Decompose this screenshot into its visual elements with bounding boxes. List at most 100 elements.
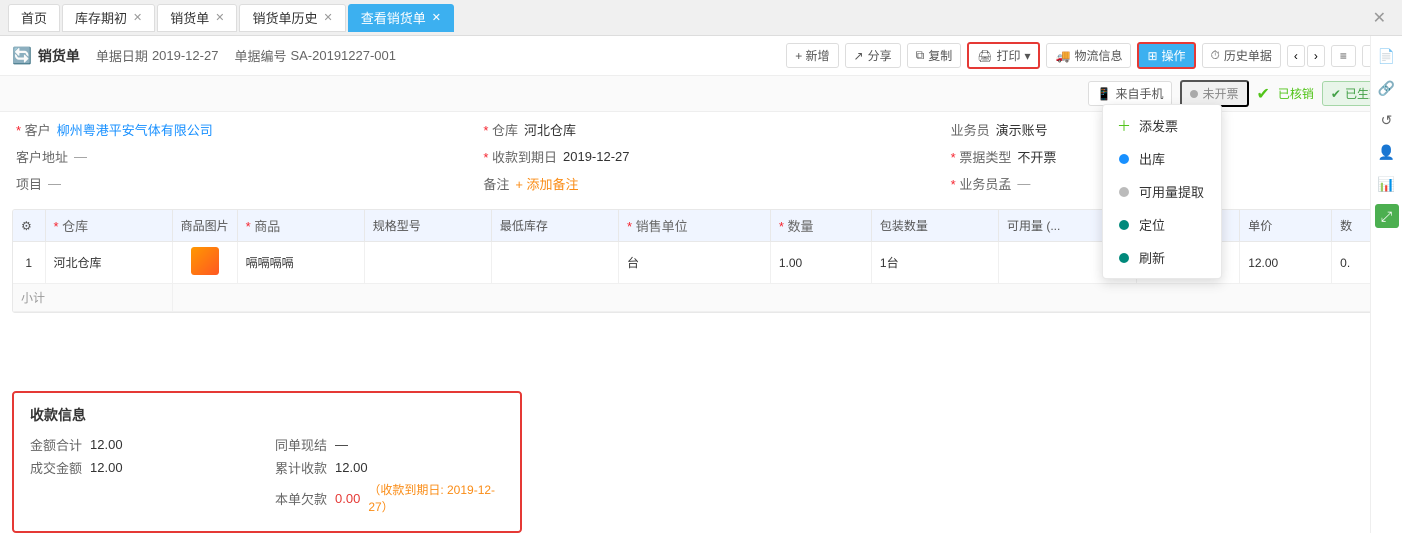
sales-label: 业务员孟	[951, 174, 1012, 193]
available-extract-label: 可用量提取	[1139, 182, 1204, 201]
due-row: 本单欠款 0.00 （收款到期日: 2019-12-27）	[275, 481, 504, 515]
tab-home-label: 首页	[21, 8, 47, 27]
warehouse-field: 仓库 河北仓库	[483, 120, 918, 139]
same-order-row: 同单现结 —	[275, 435, 504, 454]
employee-label: 业务员	[951, 120, 990, 139]
th-product: 商品	[237, 210, 364, 242]
transaction-label: 成交金额	[30, 458, 82, 477]
not-opened-dot	[1190, 90, 1198, 98]
available-extract-icon	[1117, 185, 1131, 199]
history-icon: ⏱	[1211, 48, 1220, 63]
payment-right: 同单现结 — 累计收款 12.00 本单欠款 0.00 （收款到期日: 2019…	[275, 435, 504, 519]
from-mobile-label: 来自手机	[1115, 85, 1163, 102]
th-sales-unit: 销售单位	[618, 210, 770, 242]
cell-image	[172, 242, 237, 284]
history-button[interactable]: ⏱ 历史单据	[1202, 43, 1281, 68]
payment-info-title: 收款信息	[30, 405, 504, 425]
add-note-button[interactable]: + 添加备注	[515, 174, 578, 193]
cell-quantity: 1.00	[770, 242, 871, 284]
logistics-button[interactable]: 🚚 物流信息	[1046, 43, 1131, 68]
th-quantity: 数量	[770, 210, 871, 242]
tab-view-sales-order[interactable]: 查看销货单 ✕	[348, 4, 454, 32]
not-opened-badge[interactable]: 未开票	[1180, 80, 1248, 107]
share-button[interactable]: ↗ 分享	[845, 43, 901, 68]
sidebar-refresh-icon[interactable]: ↺	[1375, 108, 1399, 132]
add-invoice-label: 添发票	[1139, 116, 1178, 135]
subtotal-values	[172, 284, 1388, 312]
payment-date-label: 收款到期日	[483, 147, 557, 166]
subtotal-row: 小计	[13, 284, 1389, 312]
due-note: （收款到期日: 2019-12-27）	[368, 481, 504, 515]
copy-icon: ⧉	[916, 48, 925, 63]
th-warehouse: 仓库	[45, 210, 172, 242]
tab-inventory-init[interactable]: 库存期初 ✕	[62, 4, 155, 32]
address-value: —	[74, 149, 87, 164]
tab-sales-history-close[interactable]: ✕	[324, 11, 333, 24]
new-button[interactable]: + 新增	[786, 43, 838, 68]
from-mobile-button[interactable]: 📱 来自手机	[1088, 81, 1173, 106]
dropdown-add-invoice[interactable]: ＋ 添发票	[1103, 109, 1221, 142]
refresh-label: 刷新	[1139, 248, 1165, 267]
sidebar-link-icon[interactable]: 🔗	[1375, 76, 1399, 100]
tab-sales-order-close[interactable]: ✕	[215, 11, 224, 24]
doc-number-label: 单据编号	[234, 46, 286, 65]
window-close-button[interactable]: ✕	[1365, 8, 1394, 28]
sidebar-doc-icon[interactable]: 📄	[1375, 44, 1399, 68]
note-field: 备注 + 添加备注	[483, 174, 918, 193]
dropdown-outbound[interactable]: 出库	[1103, 142, 1221, 175]
sidebar-user-icon[interactable]: 👤	[1375, 140, 1399, 164]
doc-title: 🔄 销货单	[12, 46, 80, 66]
tab-sales-history[interactable]: 销货单历史 ✕	[239, 4, 345, 32]
outbound-icon	[1117, 152, 1131, 166]
sales-value: —	[1017, 176, 1030, 191]
due-value: 0.00	[335, 491, 360, 506]
customer-value[interactable]: 柳州粤港平安气体有限公司	[57, 120, 213, 139]
cell-warehouse: 河北仓库	[45, 242, 172, 284]
dropdown-available-extract[interactable]: 可用量提取	[1103, 175, 1221, 208]
operation-icon: ⊞	[1147, 49, 1157, 63]
mobile-icon: 📱	[1097, 87, 1112, 101]
nav-next-button[interactable]: ›	[1307, 45, 1325, 67]
project-label: 项目	[16, 174, 42, 193]
payment-date-field: 收款到期日 2019-12-27	[483, 147, 918, 166]
tab-sales-order[interactable]: 销货单 ✕	[157, 4, 237, 32]
th-settings[interactable]: ⚙	[13, 210, 45, 242]
history-label: 历史单据	[1224, 47, 1272, 64]
dropdown-refresh[interactable]: 刷新	[1103, 241, 1221, 274]
tab-sales-history-label: 销货单历史	[252, 8, 317, 27]
share-label: 分享	[868, 47, 892, 64]
sidebar-expand-icon[interactable]: ⤢	[1375, 204, 1399, 228]
th-min-stock: 最低库存	[491, 210, 618, 242]
operation-button[interactable]: ⊞ 操作	[1137, 42, 1195, 69]
transaction-value: 12.00	[90, 460, 123, 475]
view-list-button[interactable]: ≡	[1331, 45, 1356, 67]
print-button[interactable]: 🖨 打印 ▾	[967, 42, 1040, 69]
doc-date-value: 2019-12-27	[152, 48, 219, 63]
nav-arrows: ‹ ›	[1287, 45, 1325, 67]
cell-spec	[364, 242, 491, 284]
th-image: 商品图片	[172, 210, 237, 242]
total-value: 12.00	[90, 437, 123, 452]
tab-view-sales-order-close[interactable]: ✕	[432, 11, 441, 24]
toolbar-right: + 新增 ↗ 分享 ⧉ 复制 🖨 打印 ▾ 🚚 物流信息	[786, 42, 1390, 69]
tab-inventory-init-close[interactable]: ✕	[133, 11, 142, 24]
dropdown-locate[interactable]: 定位	[1103, 208, 1221, 241]
tab-home[interactable]: 首页	[8, 4, 60, 32]
doc-type-label: 销货单	[38, 46, 80, 66]
doc-date-label: 单据日期	[96, 46, 148, 65]
operation-dropdown: ＋ 添发票 出库 可用量提取 定位 刷新	[1102, 104, 1222, 279]
cell-product: 嗝嗝嗝嗝	[237, 242, 364, 284]
doc-date-item: 单据日期 2019-12-27	[96, 46, 219, 65]
main-content: 🔄 销货单 单据日期 2019-12-27 单据编号 SA-20191227-0…	[0, 36, 1402, 533]
project-value: —	[48, 176, 61, 191]
sidebar-chart-icon[interactable]: 📊	[1375, 172, 1399, 196]
effective-icon: ✔	[1331, 87, 1341, 101]
customer-field: 客户 柳州粤港平安气体有限公司	[16, 120, 451, 139]
project-field: 项目 —	[16, 174, 451, 193]
same-order-label: 同单现结	[275, 435, 327, 454]
note-label: 备注	[483, 174, 509, 193]
nav-prev-button[interactable]: ‹	[1287, 45, 1305, 67]
right-sidebar: 📄 🔗 ↺ 👤 📊 ⤢	[1370, 36, 1402, 533]
tab-inventory-init-label: 库存期初	[75, 8, 127, 27]
copy-button[interactable]: ⧉ 复制	[907, 43, 962, 68]
